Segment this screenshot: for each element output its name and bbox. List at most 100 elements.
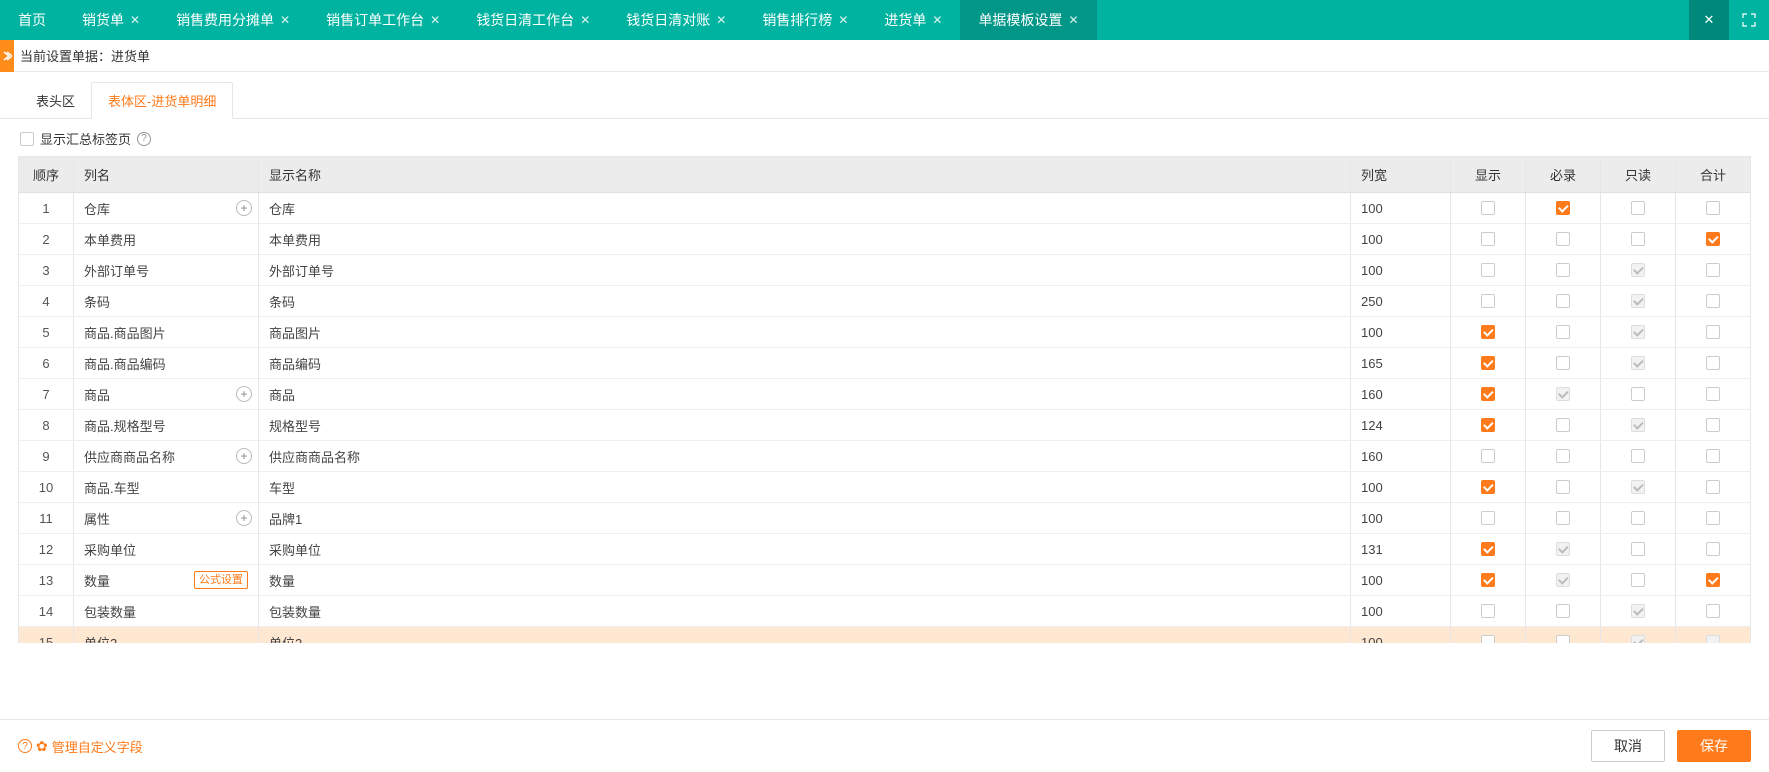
fullscreen-icon[interactable] xyxy=(1729,0,1769,40)
sub-tab-1[interactable]: 表体区-进货单明细 xyxy=(91,82,233,119)
table-row[interactable]: 13数量公式设置数量100 xyxy=(19,565,1751,596)
checkbox[interactable] xyxy=(1631,573,1645,587)
cell-width[interactable]: 250 xyxy=(1351,286,1451,316)
cell-width[interactable]: 100 xyxy=(1351,193,1451,223)
table-row[interactable]: 5商品.商品图片商品图片100 xyxy=(19,317,1751,348)
cell-width[interactable]: 100 xyxy=(1351,317,1451,347)
top-tab-2[interactable]: 销售费用分摊单✕ xyxy=(158,0,308,40)
gear-icon[interactable]: ✿ xyxy=(36,738,48,755)
cell-display[interactable]: 规格型号 xyxy=(259,410,1351,440)
cell-display[interactable]: 品牌1 xyxy=(259,503,1351,533)
show-summary-checkbox[interactable] xyxy=(20,132,34,146)
cell-width[interactable]: 160 xyxy=(1351,379,1451,409)
checkbox[interactable] xyxy=(1706,325,1720,339)
checkbox[interactable] xyxy=(1481,356,1495,370)
cell-display[interactable]: 单位2 xyxy=(259,627,1351,643)
checkbox[interactable] xyxy=(1556,294,1570,308)
cell-display[interactable]: 数量 xyxy=(259,565,1351,595)
cell-width[interactable]: 100 xyxy=(1351,596,1451,626)
checkbox[interactable] xyxy=(1481,449,1495,463)
table-row[interactable]: 11属性+品牌1100 xyxy=(19,503,1751,534)
table-row[interactable]: 7商品+商品160 xyxy=(19,379,1751,410)
checkbox[interactable] xyxy=(1706,232,1720,246)
table-row[interactable]: 3外部订单号外部订单号100 xyxy=(19,255,1751,286)
table-row[interactable]: 1仓库+仓库100 xyxy=(19,193,1751,224)
cell-display[interactable]: 商品 xyxy=(259,379,1351,409)
plus-icon[interactable]: + xyxy=(236,200,252,216)
checkbox[interactable] xyxy=(1481,511,1495,525)
top-tab-5[interactable]: 钱货日清对账✕ xyxy=(608,0,744,40)
table-row[interactable]: 6商品.商品编码商品编码165 xyxy=(19,348,1751,379)
checkbox[interactable] xyxy=(1706,418,1720,432)
checkbox[interactable] xyxy=(1481,480,1495,494)
checkbox[interactable] xyxy=(1706,480,1720,494)
checkbox[interactable] xyxy=(1481,263,1495,277)
checkbox[interactable] xyxy=(1481,604,1495,618)
checkbox[interactable] xyxy=(1556,418,1570,432)
checkbox[interactable] xyxy=(1556,511,1570,525)
checkbox[interactable] xyxy=(1481,573,1495,587)
expand-handle-icon[interactable] xyxy=(0,40,14,72)
formula-tag[interactable]: 公式设置 xyxy=(194,571,248,589)
cell-display[interactable]: 仓库 xyxy=(259,193,1351,223)
checkbox[interactable] xyxy=(1706,511,1720,525)
cell-display[interactable]: 商品编码 xyxy=(259,348,1351,378)
checkbox[interactable] xyxy=(1706,604,1720,618)
cell-display[interactable]: 条码 xyxy=(259,286,1351,316)
checkbox[interactable] xyxy=(1631,511,1645,525)
plus-icon[interactable]: + xyxy=(236,510,252,526)
cell-width[interactable]: 100 xyxy=(1351,255,1451,285)
checkbox[interactable] xyxy=(1706,294,1720,308)
checkbox[interactable] xyxy=(1481,635,1495,643)
table-row[interactable]: 15单位2单位2100 xyxy=(19,627,1751,643)
cell-display[interactable]: 包装数量 xyxy=(259,596,1351,626)
close-icon[interactable]: ✕ xyxy=(838,13,848,27)
table-row[interactable]: 12采购单位采购单位131 xyxy=(19,534,1751,565)
close-icon[interactable]: ✕ xyxy=(932,13,942,27)
checkbox[interactable] xyxy=(1706,573,1720,587)
table-body[interactable]: 1仓库+仓库1002本单费用本单费用1003外部订单号外部订单号1004条码条码… xyxy=(19,193,1751,643)
checkbox[interactable] xyxy=(1631,387,1645,401)
table-row[interactable]: 8商品.规格型号规格型号124 xyxy=(19,410,1751,441)
checkbox[interactable] xyxy=(1556,480,1570,494)
close-icon[interactable]: ✕ xyxy=(280,13,290,27)
plus-icon[interactable]: + xyxy=(236,386,252,402)
checkbox[interactable] xyxy=(1706,263,1720,277)
checkbox[interactable] xyxy=(1631,449,1645,463)
checkbox[interactable] xyxy=(1481,387,1495,401)
cell-width[interactable]: 100 xyxy=(1351,565,1451,595)
manage-fields-link[interactable]: 管理自定义字段 xyxy=(52,737,143,756)
cancel-button[interactable]: 取消 xyxy=(1591,730,1665,762)
top-tab-7[interactable]: 进货单✕ xyxy=(866,0,960,40)
footer-help-icon[interactable]: ? xyxy=(18,739,32,753)
top-tab-1[interactable]: 销货单✕ xyxy=(64,0,158,40)
top-tab-4[interactable]: 钱货日清工作台✕ xyxy=(458,0,608,40)
cell-display[interactable]: 采购单位 xyxy=(259,534,1351,564)
cell-display[interactable]: 本单费用 xyxy=(259,224,1351,254)
checkbox[interactable] xyxy=(1481,232,1495,246)
checkbox[interactable] xyxy=(1481,542,1495,556)
checkbox[interactable] xyxy=(1706,449,1720,463)
checkbox[interactable] xyxy=(1556,201,1570,215)
checkbox[interactable] xyxy=(1706,201,1720,215)
checkbox[interactable] xyxy=(1706,387,1720,401)
top-tab-8[interactable]: 单据模板设置✕ xyxy=(960,0,1096,40)
table-row[interactable]: 14包装数量包装数量100 xyxy=(19,596,1751,627)
top-tab-0[interactable]: 首页 xyxy=(0,0,64,40)
checkbox[interactable] xyxy=(1706,356,1720,370)
cell-display[interactable]: 外部订单号 xyxy=(259,255,1351,285)
checkbox[interactable] xyxy=(1556,356,1570,370)
sub-tab-0[interactable]: 表头区 xyxy=(20,83,91,118)
close-icon[interactable]: ✕ xyxy=(716,13,726,27)
cell-width[interactable]: 160 xyxy=(1351,441,1451,471)
top-tab-6[interactable]: 销售排行榜✕ xyxy=(744,0,866,40)
checkbox[interactable] xyxy=(1481,325,1495,339)
cell-display[interactable]: 车型 xyxy=(259,472,1351,502)
checkbox[interactable] xyxy=(1556,325,1570,339)
cell-width[interactable]: 131 xyxy=(1351,534,1451,564)
cell-width[interactable]: 100 xyxy=(1351,224,1451,254)
table-row[interactable]: 4条码条码250 xyxy=(19,286,1751,317)
table-row[interactable]: 9供应商商品名称+供应商商品名称160 xyxy=(19,441,1751,472)
close-icon[interactable]: ✕ xyxy=(130,13,140,27)
checkbox[interactable] xyxy=(1556,263,1570,277)
